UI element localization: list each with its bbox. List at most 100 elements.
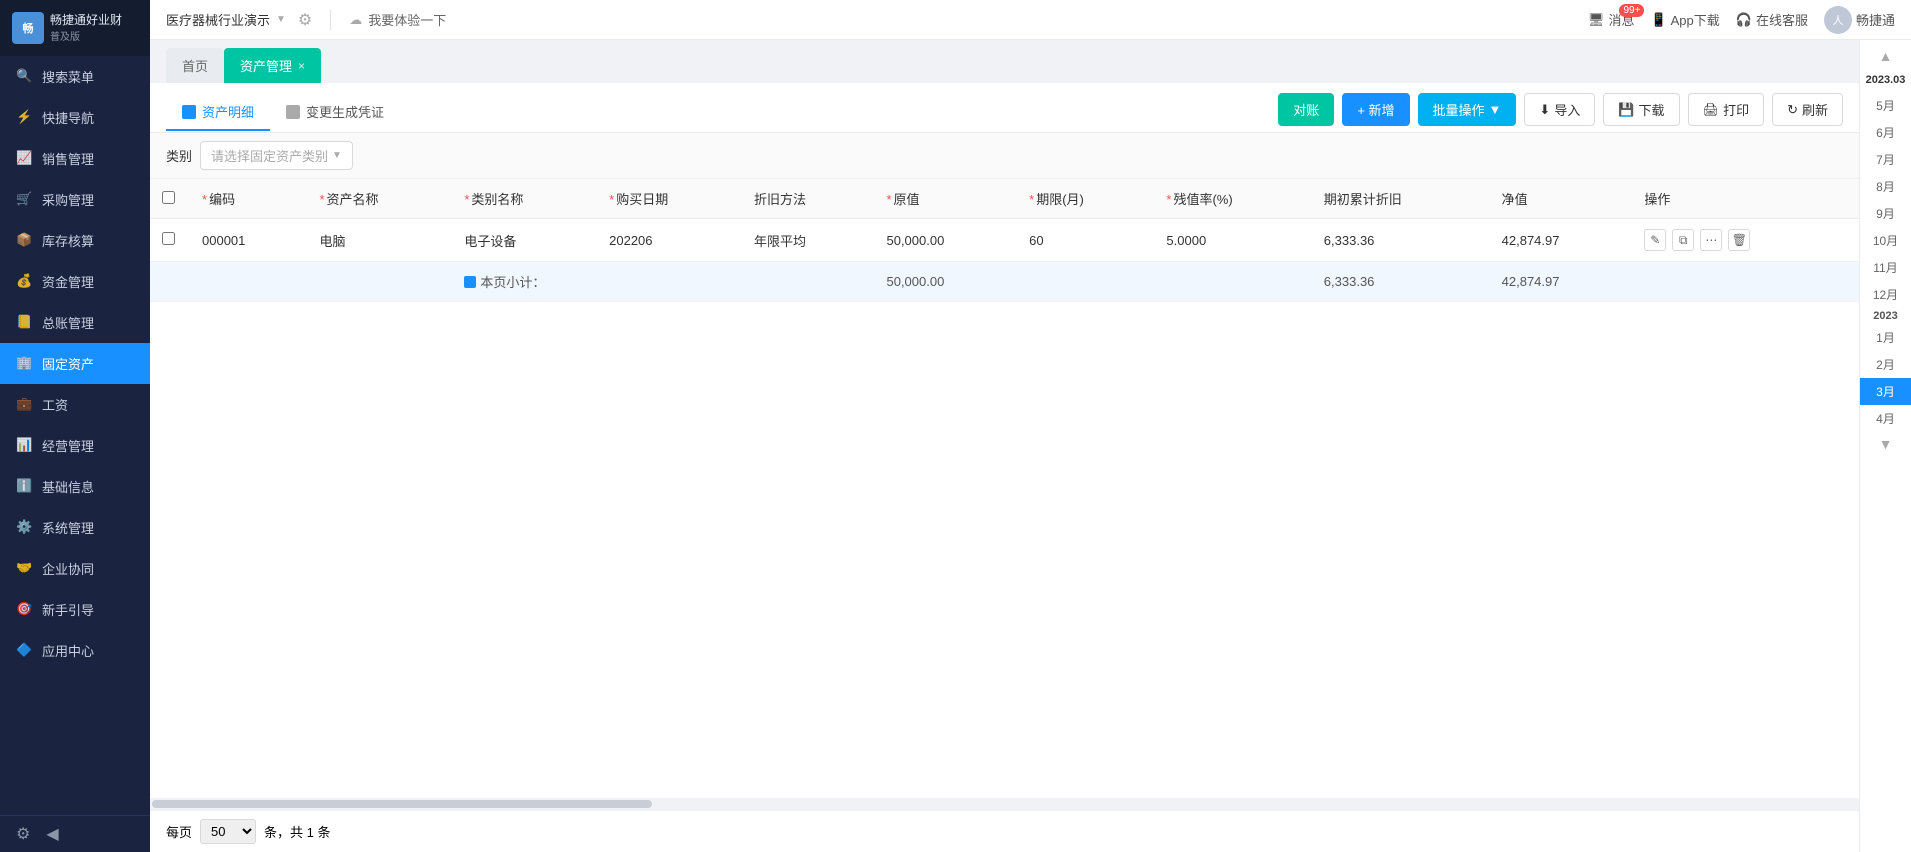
- tab-home[interactable]: 首页: [166, 48, 224, 83]
- asset-table: *编码 *资产名称 *类别名称 *购买日期 折旧方法 *原值 *期限(月) *残…: [150, 179, 1859, 302]
- calendar-month-7[interactable]: 7月: [1860, 146, 1911, 173]
- col-checkbox: [150, 179, 190, 219]
- per-page-label: 每页: [166, 822, 192, 841]
- row-actions-cell: ✎ ⧉ ⋯ 🗑: [1632, 219, 1859, 262]
- sub-tab-asset-detail[interactable]: 资产明细: [166, 94, 270, 131]
- sidebar-item-inventory[interactable]: 📦 库存核算: [0, 220, 150, 261]
- settings-bottom-icon[interactable]: ⚙: [16, 824, 30, 844]
- calendar-year-month: 2023.03: [1862, 68, 1910, 92]
- subtotal-empty-5: [1154, 262, 1311, 302]
- calendar-month-4[interactable]: 4月: [1860, 405, 1911, 432]
- calendar-month-11[interactable]: 11月: [1860, 254, 1911, 281]
- col-purchase-date: *购买日期: [597, 179, 742, 219]
- category-select[interactable]: 请选择固定资产类别 ▼: [200, 141, 353, 170]
- sidebar-item-guide[interactable]: 🎯 新手引导: [0, 589, 150, 630]
- sub-tab-bar: 资产明细 变更生成凭证 对账 + 新增 批量操作 ▼: [150, 83, 1859, 133]
- sidebar-item-fund[interactable]: 💰 资金管理: [0, 261, 150, 302]
- row-category: 电子设备: [452, 219, 597, 262]
- cloud-icon: ☁: [349, 12, 362, 28]
- download-btn[interactable]: 💾 下载: [1603, 93, 1679, 126]
- message-btn[interactable]: 🖥 消息 99+: [1588, 10, 1635, 29]
- topbar-right: 🖥 消息 99+ 📱 App下载 🎧 在线客服 人 畅捷通: [1588, 6, 1895, 34]
- sidebar-item-salary[interactable]: 💼 工资: [0, 384, 150, 425]
- sidebar-item-search[interactable]: 🔍 搜索菜单: [0, 56, 150, 97]
- copy-btn[interactable]: ⧉: [1672, 229, 1694, 251]
- subtotal-empty-4: [1017, 262, 1154, 302]
- sidebar-item-purchase[interactable]: 🛒 采购管理: [0, 179, 150, 220]
- calendar-month-5[interactable]: 5月: [1860, 92, 1911, 119]
- batch-chevron-icon: ▼: [1489, 102, 1502, 117]
- col-period-months: *期限(月): [1017, 179, 1154, 219]
- col-actions: 操作: [1632, 179, 1859, 219]
- tab-close-icon[interactable]: ×: [298, 59, 305, 73]
- app-download-btn[interactable]: 📱 App下载: [1650, 10, 1719, 29]
- delete-btn[interactable]: 🗑: [1728, 229, 1750, 251]
- calendar-month-3[interactable]: 3月: [1860, 378, 1911, 405]
- subtotal-label-cell: 本页小计：: [452, 262, 874, 302]
- sidebar-item-quick-nav[interactable]: ⚡ 快捷导航: [0, 97, 150, 138]
- subtotal-row: 本页小计： 50,000.00 6,333.36 42,874.97: [150, 262, 1859, 302]
- refresh-btn[interactable]: ↻ 刷新: [1772, 93, 1843, 126]
- import-btn[interactable]: ⬇ 导入: [1524, 93, 1595, 126]
- sidebar-item-ledger[interactable]: 📒 总账管理: [0, 302, 150, 343]
- settings-icon[interactable]: ⚙: [298, 10, 312, 30]
- cart-icon: 🛒: [16, 191, 34, 209]
- subtotal-label-text: 本页小计：: [480, 272, 545, 291]
- download-icon: 💾: [1618, 102, 1634, 118]
- row-accum-depr: 6,333.36: [1312, 219, 1490, 262]
- sidebar-item-operation[interactable]: 📊 经营管理: [0, 425, 150, 466]
- box-icon: 📦: [16, 232, 34, 250]
- calendar-year-section: 2023: [1860, 308, 1911, 324]
- calendar-month-9[interactable]: 9月: [1860, 200, 1911, 227]
- info-icon: ℹ️: [16, 478, 34, 496]
- pagination-info: 条，共 1 条: [264, 822, 330, 841]
- user-avatar-btn[interactable]: 人 畅捷通: [1824, 6, 1895, 34]
- table-wrap: *编码 *资产名称 *类别名称 *购买日期 折旧方法 *原值 *期限(月) *残…: [150, 179, 1859, 798]
- new-btn[interactable]: + 新增: [1342, 93, 1409, 126]
- diamond-icon: 🔷: [16, 642, 34, 660]
- subtotal-empty-3: [307, 262, 452, 302]
- row-residual-rate: 5.0000: [1154, 219, 1311, 262]
- sidebar-item-enterprise[interactable]: 🤝 企业协同: [0, 548, 150, 589]
- sidebar-item-sales[interactable]: 📈 销售管理: [0, 138, 150, 179]
- reconcile-btn[interactable]: 对账: [1278, 93, 1334, 126]
- online-service-btn[interactable]: 🎧 在线客服: [1736, 10, 1808, 29]
- experience-btn[interactable]: ☁ 我要体验一下: [349, 10, 446, 29]
- print-btn[interactable]: 🖨 打印: [1688, 93, 1765, 126]
- sub-tab-voucher-gen[interactable]: 变更生成凭证: [270, 94, 400, 131]
- phone-icon: 📱: [1650, 12, 1666, 28]
- calendar-month-6[interactable]: 6月: [1860, 119, 1911, 146]
- sidebar-item-basic-info[interactable]: ℹ️ 基础信息: [0, 466, 150, 507]
- scrollbar-thumb[interactable]: [152, 800, 652, 808]
- batch-ops-btn[interactable]: 批量操作 ▼: [1418, 93, 1517, 126]
- calendar-month-1[interactable]: 1月: [1860, 324, 1911, 351]
- tab-asset-mgmt[interactable]: 资产管理 ×: [224, 48, 321, 83]
- row-checkbox[interactable]: [162, 232, 175, 245]
- collapse-icon[interactable]: ◀: [46, 824, 58, 844]
- sidebar-item-fixed-assets[interactable]: 🏢 固定资产: [0, 343, 150, 384]
- briefcase-icon: 💼: [16, 396, 34, 414]
- row-net-value: 42,874.97: [1490, 219, 1633, 262]
- company-name: 医疗器械行业演示: [166, 10, 270, 29]
- row-purchase-date: 202206: [597, 219, 742, 262]
- company-selector[interactable]: 医疗器械行业演示 ▼: [166, 10, 286, 29]
- select-all-checkbox[interactable]: [162, 191, 175, 204]
- row-original-value: 50,000.00: [874, 219, 1017, 262]
- per-page-select[interactable]: 50 10 20 100: [200, 819, 256, 844]
- more-btn[interactable]: ⋯: [1700, 229, 1722, 251]
- calendar-month-10[interactable]: 10月: [1860, 227, 1911, 254]
- sidebar-item-app-center[interactable]: 🔷 应用中心: [0, 630, 150, 671]
- calendar-down-arrow[interactable]: ▼: [1879, 432, 1893, 456]
- import-icon: ⬇: [1539, 102, 1550, 118]
- edit-btn[interactable]: ✎: [1644, 229, 1666, 251]
- calendar-month-12[interactable]: 12月: [1860, 281, 1911, 308]
- horizontal-scrollbar[interactable]: [150, 798, 1859, 810]
- topbar: 医疗器械行业演示 ▼ ⚙ ☁ 我要体验一下 🖥 消息 99+ 📱 App下载 🎧…: [150, 0, 1911, 40]
- calendar-month-2[interactable]: 2月: [1860, 351, 1911, 378]
- sidebar-item-system[interactable]: ⚙️ 系统管理: [0, 507, 150, 548]
- calendar-month-8[interactable]: 8月: [1860, 173, 1911, 200]
- print-icon: 🖨: [1703, 102, 1720, 118]
- ledger-icon: 📒: [16, 314, 34, 332]
- logo-text: 畅捷通好业财 普及版: [50, 13, 122, 44]
- calendar-up-arrow[interactable]: ▲: [1879, 44, 1893, 68]
